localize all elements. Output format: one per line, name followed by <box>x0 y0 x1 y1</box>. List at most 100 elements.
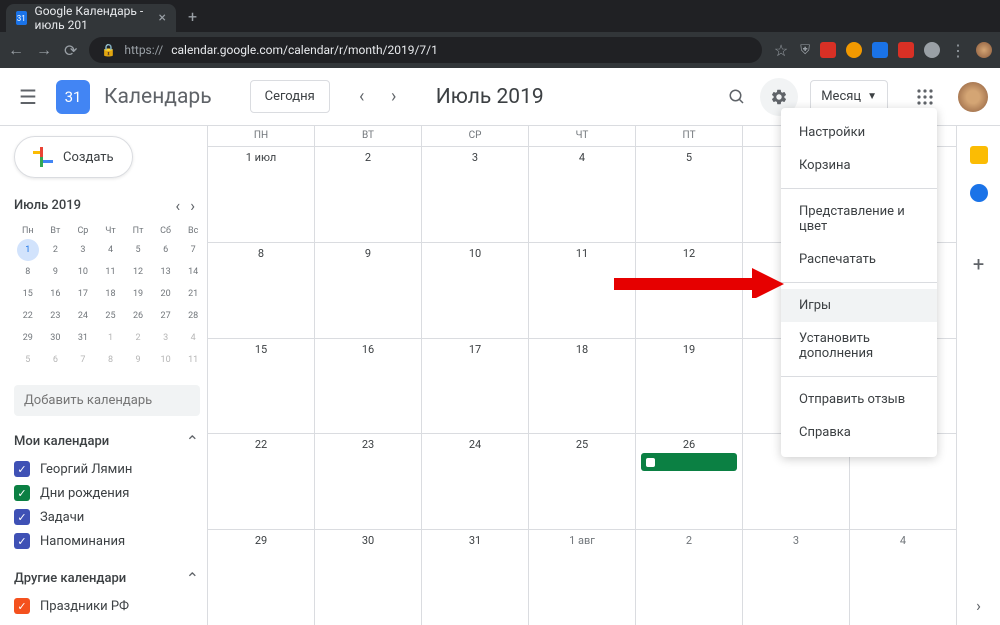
forward-button[interactable]: → <box>36 40 52 60</box>
my-calendars-toggle[interactable]: Мои календари ⌃ <box>14 426 207 457</box>
ext-icon-1[interactable] <box>820 42 836 58</box>
event-bar[interactable] <box>641 453 737 471</box>
mini-day[interactable]: 9 <box>44 261 66 283</box>
tasks-icon[interactable] <box>970 184 988 202</box>
day-cell[interactable]: 2 <box>315 147 422 242</box>
ext-icon-2[interactable] <box>846 42 862 58</box>
mini-day[interactable]: 26 <box>127 305 149 327</box>
day-cell[interactable]: 3 <box>743 530 850 625</box>
mini-day[interactable]: 2 <box>44 239 66 261</box>
keep-icon[interactable] <box>970 146 988 164</box>
calendar-item[interactable]: ✓Напоминания <box>14 529 207 553</box>
address-bar[interactable]: 🔒 https://calendar.google.com/calendar/r… <box>89 37 761 63</box>
create-button[interactable]: Создать <box>14 136 133 178</box>
ext-icon-5[interactable] <box>924 42 940 58</box>
day-cell[interactable]: 24 <box>422 434 529 529</box>
mini-day[interactable]: 22 <box>17 305 39 327</box>
user-avatar[interactable] <box>958 82 988 112</box>
next-month-button[interactable]: › <box>380 83 408 111</box>
calendar-checkbox[interactable]: ✓ <box>14 509 30 525</box>
day-cell[interactable]: 1 июл <box>208 147 315 242</box>
day-cell[interactable]: 30 <box>315 530 422 625</box>
mini-day[interactable]: 10 <box>72 261 94 283</box>
day-cell[interactable]: 11 <box>529 243 636 338</box>
mini-day[interactable]: 30 <box>44 327 66 349</box>
mini-next-button[interactable]: › <box>186 194 199 217</box>
calendar-checkbox[interactable]: ✓ <box>14 485 30 501</box>
prev-month-button[interactable]: ‹ <box>348 83 376 111</box>
mini-day[interactable]: 21 <box>182 283 204 305</box>
dropdown-item[interactable]: Корзина <box>781 149 937 182</box>
other-calendars-toggle[interactable]: Другие календари ⌃ <box>14 563 207 594</box>
day-cell[interactable]: 25 <box>529 434 636 529</box>
mini-day[interactable]: 5 <box>127 239 149 261</box>
mini-day[interactable]: 10 <box>155 349 177 371</box>
mini-day[interactable]: 19 <box>127 283 149 305</box>
mini-day[interactable]: 16 <box>44 283 66 305</box>
mini-day[interactable]: 11 <box>182 349 204 371</box>
tab-close-icon[interactable]: × <box>159 10 166 26</box>
day-cell[interactable]: 4 <box>850 530 956 625</box>
mini-day[interactable]: 31 <box>72 327 94 349</box>
search-button[interactable] <box>718 78 756 116</box>
dropdown-item[interactable]: Справка <box>781 416 937 449</box>
mini-day[interactable]: 8 <box>17 261 39 283</box>
day-cell[interactable]: 29 <box>208 530 315 625</box>
dropdown-item[interactable]: Игры <box>781 289 937 322</box>
day-cell[interactable]: 23 <box>315 434 422 529</box>
dropdown-item[interactable]: Представление и цвет <box>781 195 937 243</box>
day-cell[interactable]: 5 <box>636 147 743 242</box>
mini-day[interactable]: 29 <box>17 327 39 349</box>
calendar-item[interactable]: ✓Праздники РФ <box>14 594 207 618</box>
mini-day[interactable]: 9 <box>127 349 149 371</box>
mini-day[interactable]: 5 <box>17 349 39 371</box>
dropdown-item[interactable]: Отправить отзыв <box>781 383 937 416</box>
mini-day[interactable]: 2 <box>127 327 149 349</box>
mini-day[interactable]: 28 <box>182 305 204 327</box>
day-cell[interactable]: 9 <box>315 243 422 338</box>
day-cell[interactable]: 2 <box>636 530 743 625</box>
calendar-checkbox[interactable]: ✓ <box>14 533 30 549</box>
day-cell[interactable]: 17 <box>422 339 529 434</box>
profile-avatar-icon[interactable] <box>976 42 992 58</box>
day-cell[interactable]: 15 <box>208 339 315 434</box>
day-cell[interactable]: 10 <box>422 243 529 338</box>
addons-plus-button[interactable]: + <box>973 252 984 276</box>
mini-day[interactable]: 7 <box>72 349 94 371</box>
dropdown-item[interactable]: Распечатать <box>781 243 937 276</box>
mini-day[interactable]: 8 <box>99 349 121 371</box>
mini-day[interactable]: 6 <box>155 239 177 261</box>
mini-day[interactable]: 6 <box>44 349 66 371</box>
day-cell[interactable]: 18 <box>529 339 636 434</box>
day-cell[interactable]: 16 <box>315 339 422 434</box>
reload-button[interactable]: ⟳ <box>64 41 77 60</box>
day-cell[interactable]: 4 <box>529 147 636 242</box>
calendar-item[interactable]: ✓Задачи <box>14 505 207 529</box>
mini-day[interactable]: 12 <box>127 261 149 283</box>
mini-day[interactable]: 1 <box>99 327 121 349</box>
new-tab-button[interactable]: + <box>188 7 197 26</box>
collapse-rail-button[interactable]: › <box>976 596 981 615</box>
mini-day[interactable]: 3 <box>155 327 177 349</box>
mini-day[interactable]: 23 <box>44 305 66 327</box>
star-icon[interactable]: ☆ <box>774 41 788 60</box>
day-cell[interactable]: 31 <box>422 530 529 625</box>
mini-day[interactable]: 25 <box>99 305 121 327</box>
day-cell[interactable]: 8 <box>208 243 315 338</box>
mini-day[interactable]: 4 <box>182 327 204 349</box>
dropdown-item[interactable]: Настройки <box>781 116 937 149</box>
mini-day[interactable]: 27 <box>155 305 177 327</box>
calendar-item[interactable]: ✓Дни рождения <box>14 481 207 505</box>
mini-day[interactable]: 18 <box>99 283 121 305</box>
mini-day[interactable]: 3 <box>72 239 94 261</box>
calendar-item[interactable]: ✓Георгий Лямин <box>14 457 207 481</box>
calendar-checkbox[interactable]: ✓ <box>14 461 30 477</box>
calendar-checkbox[interactable]: ✓ <box>14 598 30 614</box>
day-cell[interactable]: 1 авг <box>529 530 636 625</box>
mini-day[interactable]: 24 <box>72 305 94 327</box>
shield-icon[interactable]: ⛨ <box>800 43 810 58</box>
mini-day[interactable]: 20 <box>155 283 177 305</box>
day-cell[interactable]: 12 <box>636 243 743 338</box>
mini-prev-button[interactable]: ‹ <box>171 194 184 217</box>
add-calendar-input[interactable] <box>14 385 200 416</box>
